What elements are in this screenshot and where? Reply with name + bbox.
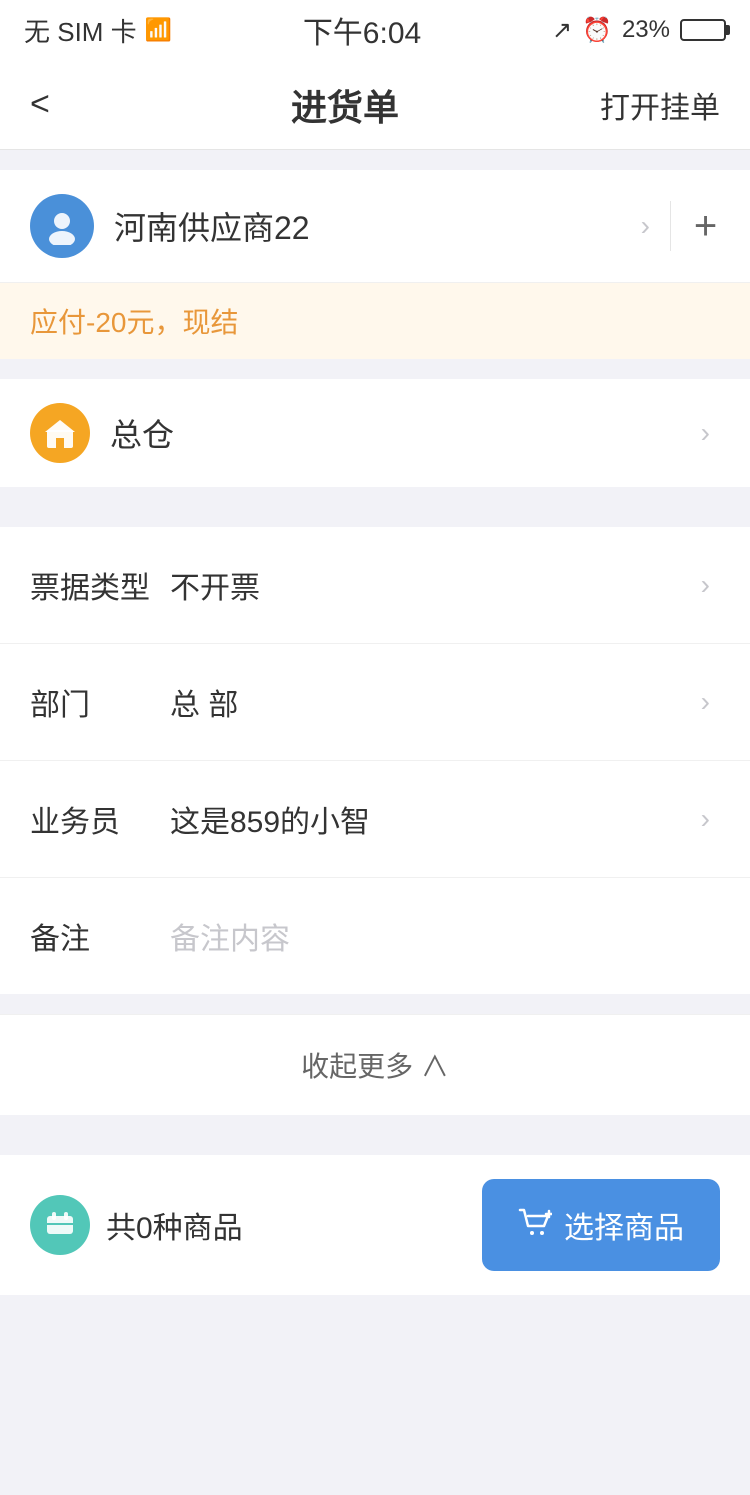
warehouse-icon [30,403,90,463]
invoice-label: 票据类型 [30,563,170,607]
invoice-row[interactable]: 票据类型 不开票 › [0,527,750,644]
collapse-bar[interactable]: 收起更多 ∧ [0,1014,750,1115]
section-divider-3 [0,487,750,507]
warehouse-card: 总仓 › [0,379,750,487]
staff-row[interactable]: 业务员 这是859的小智 › [0,761,750,878]
cart-add-icon [518,1208,552,1236]
warehouse-name: 总仓 [110,410,701,456]
staff-value: 这是859的小智 [170,797,701,841]
warehouse-arrow-icon: › [701,417,710,449]
invoice-value: 不开票 [170,563,701,607]
location-icon: ↗ [552,16,572,45]
collapse-text[interactable]: 收起更多 ∧ [301,1045,449,1085]
section-divider-1 [0,150,750,170]
department-label: 部门 [30,680,170,724]
battery-icon [680,19,726,41]
remark-row[interactable]: 备注 备注内容 [0,878,750,994]
product-count-text: 共0种商品 [106,1203,243,1247]
add-supplier-button[interactable]: + [670,201,720,251]
battery-percentage: 23% [622,16,670,44]
bottom-bar: 共0种商品 选择商品 [0,1155,750,1295]
bottom-left: 共0种商品 [30,1195,243,1255]
page-title: 进货单 [291,79,399,131]
warehouse-row[interactable]: 总仓 › [0,379,750,487]
product-count-icon [30,1195,90,1255]
section-divider-2 [0,359,750,379]
status-time: 下午6:04 [303,8,421,52]
warehouse-svg [43,416,77,450]
form-section: 票据类型 不开票 › 部门 总 部 › 业务员 这是859的小智 › 备注 备注… [0,527,750,994]
supplier-card: 河南供应商22 › + 应付-20元，现结 [0,170,750,359]
wifi-icon: 📶 [145,17,172,43]
select-product-icon [518,1208,552,1243]
remark-label: 备注 [30,914,170,958]
page-filler [0,1295,750,1495]
section-divider-4 [0,1115,750,1135]
notice-text: 应付-20元，现结 [30,307,238,338]
department-value: 总 部 [170,680,701,724]
department-row[interactable]: 部门 总 部 › [0,644,750,761]
avatar-icon [43,207,81,245]
status-carrier: 无 SIM 卡 📶 [24,12,172,49]
staff-label: 业务员 [30,797,170,841]
select-product-label: 选择商品 [564,1203,684,1247]
notice-bar: 应付-20元，现结 [0,283,750,359]
supplier-arrow-icon: › [641,210,650,242]
remark-placeholder[interactable]: 备注内容 [170,914,720,958]
status-bar: 无 SIM 卡 📶 下午6:04 ↗ ⏰ 23% [0,0,750,60]
status-right: ↗ ⏰ 23% [552,16,726,45]
select-product-button[interactable]: 选择商品 [482,1179,720,1271]
cart-small-icon [43,1208,77,1242]
invoice-arrow-icon: › [701,569,710,601]
supplier-row[interactable]: 河南供应商22 › + [0,170,750,283]
back-button[interactable]: < [30,85,90,124]
alarm-icon: ⏰ [582,16,612,45]
department-arrow-icon: › [701,686,710,718]
carrier-text: 无 SIM 卡 [24,12,137,49]
nav-bar: < 进货单 打开挂单 [0,60,750,150]
supplier-avatar [30,194,94,258]
open-pending-button[interactable]: 打开挂单 [600,83,720,127]
supplier-name: 河南供应商22 [114,203,641,249]
staff-arrow-icon: › [701,803,710,835]
